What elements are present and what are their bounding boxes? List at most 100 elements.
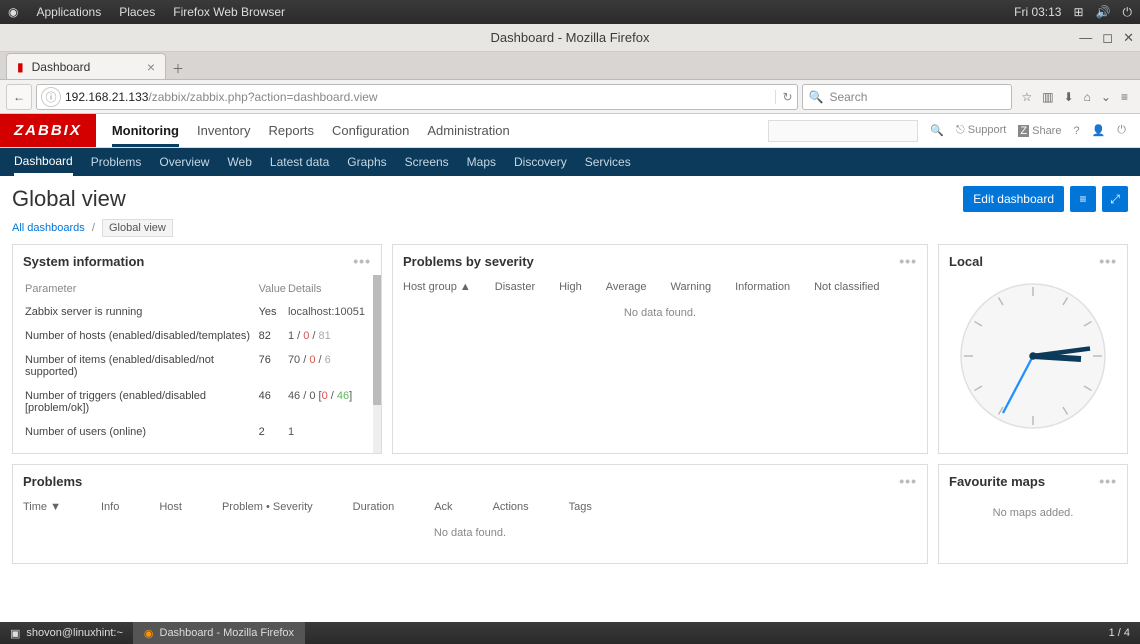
widget-title: Problems by severity: [403, 254, 534, 269]
column-header[interactable]: Disaster: [495, 281, 535, 293]
tab-bar: ▮ Dashboard × ＋: [0, 52, 1140, 80]
new-tab-button[interactable]: ＋: [166, 57, 190, 79]
subnav-overview[interactable]: Overview: [159, 155, 209, 169]
page-title: Global view: [12, 186, 126, 212]
gnome-top-bar: ◉ Applications Places Firefox Web Browse…: [0, 0, 1140, 24]
column-header[interactable]: Duration: [353, 501, 395, 513]
subnav-problems[interactable]: Problems: [91, 155, 142, 169]
app-indicator[interactable]: Firefox Web Browser: [173, 5, 285, 19]
menu-icon[interactable]: ≡: [1121, 90, 1128, 104]
gnome-taskbar: ▣ shovon@linuxhint:~ ◉ Dashboard - Mozil…: [0, 622, 1140, 644]
no-data-label: No data found.: [393, 297, 927, 329]
library-icon[interactable]: ▥: [1042, 90, 1053, 104]
nav-inventory[interactable]: Inventory: [197, 123, 250, 139]
widget-menu-icon[interactable]: •••: [1099, 253, 1117, 269]
taskbar-terminal[interactable]: ▣ shovon@linuxhint:~: [0, 622, 134, 644]
taskbar-firefox[interactable]: ◉ Dashboard - Mozilla Firefox: [134, 622, 305, 644]
tab-title: Dashboard: [32, 60, 91, 74]
downloads-icon[interactable]: ⬇: [1064, 90, 1074, 104]
nav-configuration[interactable]: Configuration: [332, 123, 409, 139]
back-button[interactable]: ←: [6, 84, 32, 110]
breadcrumb-current: Global view: [102, 219, 173, 237]
breadcrumb-all-dashboards[interactable]: All dashboards: [12, 222, 85, 234]
browser-tab[interactable]: ▮ Dashboard ×: [6, 53, 166, 79]
edit-dashboard-button[interactable]: Edit dashboard: [963, 186, 1064, 212]
minimize-button[interactable]: —: [1079, 30, 1092, 46]
column-header[interactable]: Average: [606, 281, 647, 293]
search-icon[interactable]: 🔍: [930, 124, 944, 137]
column-header[interactable]: High: [559, 281, 582, 293]
widget-menu-icon[interactable]: •••: [899, 473, 917, 489]
column-header[interactable]: Actions: [493, 501, 529, 513]
window-title: Dashboard - Mozilla Firefox: [491, 30, 650, 45]
global-search-input[interactable]: [768, 120, 918, 142]
pocket-icon[interactable]: ⌄: [1101, 90, 1111, 104]
search-bar[interactable]: 🔍 Search: [802, 84, 1012, 110]
widget-menu-icon[interactable]: •••: [353, 253, 371, 269]
nav-monitoring[interactable]: Monitoring: [112, 123, 179, 147]
tab-close-icon[interactable]: ×: [147, 59, 155, 75]
subnav-maps[interactable]: Maps: [467, 155, 496, 169]
workspace-indicator[interactable]: 1 / 4: [1099, 627, 1140, 639]
share-link[interactable]: Z Share: [1018, 125, 1061, 137]
bookmark-star-icon[interactable]: ☆: [1022, 90, 1033, 104]
subnav-web[interactable]: Web: [227, 155, 251, 169]
help-icon[interactable]: ?: [1073, 125, 1079, 137]
home-icon[interactable]: ⌂: [1084, 90, 1091, 104]
search-icon: 🔍: [809, 90, 824, 104]
places-menu[interactable]: Places: [119, 5, 155, 19]
gnome-logo-icon: ◉: [8, 5, 18, 19]
widget-system-information: System information ••• Parameter Value D…: [12, 244, 382, 454]
nav-reports[interactable]: Reports: [268, 123, 314, 139]
list-view-icon[interactable]: ≡: [1070, 186, 1096, 212]
volume-icon[interactable]: 🔊: [1096, 5, 1111, 19]
logout-icon[interactable]: ⏻: [1117, 124, 1126, 137]
url-path: /zabbix/zabbix.php?action=dashboard.view: [148, 90, 377, 104]
scrollbar-thumb[interactable]: [373, 275, 381, 405]
clock-label[interactable]: Fri 03:13: [1014, 5, 1061, 19]
column-header[interactable]: Problem • Severity: [222, 501, 313, 513]
user-icon[interactable]: 👤: [1092, 124, 1106, 137]
subnav-screens[interactable]: Screens: [405, 155, 449, 169]
column-header[interactable]: Tags: [569, 501, 592, 513]
zabbix-logo[interactable]: ZABBIX: [0, 114, 96, 147]
column-header[interactable]: Info: [101, 501, 119, 513]
power-icon[interactable]: ⏻: [1123, 5, 1133, 20]
fullscreen-icon[interactable]: ⤢: [1102, 186, 1128, 212]
column-header[interactable]: Host: [159, 501, 182, 513]
support-link[interactable]: ⎋ Support: [956, 124, 1006, 137]
applications-menu[interactable]: Applications: [36, 5, 101, 19]
column-header[interactable]: Information: [735, 281, 790, 293]
column-header[interactable]: Host group ▲: [403, 281, 471, 293]
subnav-latest-data[interactable]: Latest data: [270, 155, 329, 169]
widget-menu-icon[interactable]: •••: [1099, 473, 1117, 489]
scrollbar[interactable]: [373, 275, 381, 453]
breadcrumb-separator: /: [92, 222, 95, 234]
subnav-graphs[interactable]: Graphs: [347, 155, 386, 169]
widget-problems: Problems ••• Time ▼InfoHostProblem • Sev…: [12, 464, 928, 564]
search-placeholder: Search: [829, 90, 867, 104]
url-bar[interactable]: ⓘ 192.168.21.133 /zabbix/zabbix.php?acti…: [36, 84, 798, 110]
table-row: Number of users (online)21: [25, 421, 369, 443]
widget-favourite-maps: Favourite maps ••• No maps added.: [938, 464, 1128, 564]
widget-menu-icon[interactable]: •••: [899, 253, 917, 269]
main-nav: Monitoring Inventory Reports Configurati…: [96, 123, 510, 139]
widget-problems-by-severity: Problems by severity ••• Host group ▲ Dis…: [392, 244, 928, 454]
close-button[interactable]: ✕: [1123, 30, 1134, 46]
network-icon[interactable]: ⊞: [1073, 5, 1083, 19]
pbs-columns: Host group ▲ Disaster High Average Warning In…: [393, 277, 927, 297]
column-header[interactable]: Ack: [434, 501, 452, 513]
subnav-services[interactable]: Services: [585, 155, 631, 169]
column-header[interactable]: Warning: [671, 281, 712, 293]
subnav-discovery[interactable]: Discovery: [514, 155, 567, 169]
widget-local-clock: Local •••: [938, 244, 1128, 454]
nav-administration[interactable]: Administration: [427, 123, 509, 139]
reload-icon[interactable]: ↻: [775, 90, 792, 104]
column-header[interactable]: Time ▼: [23, 501, 61, 513]
maximize-button[interactable]: ◻: [1102, 30, 1113, 46]
site-info-icon[interactable]: ⓘ: [41, 87, 61, 107]
widget-title: Favourite maps: [949, 474, 1045, 489]
column-header[interactable]: Not classified: [814, 281, 879, 293]
zabbix-page: ZABBIX Monitoring Inventory Reports Conf…: [0, 114, 1140, 622]
subnav-dashboard[interactable]: Dashboard: [14, 154, 73, 176]
